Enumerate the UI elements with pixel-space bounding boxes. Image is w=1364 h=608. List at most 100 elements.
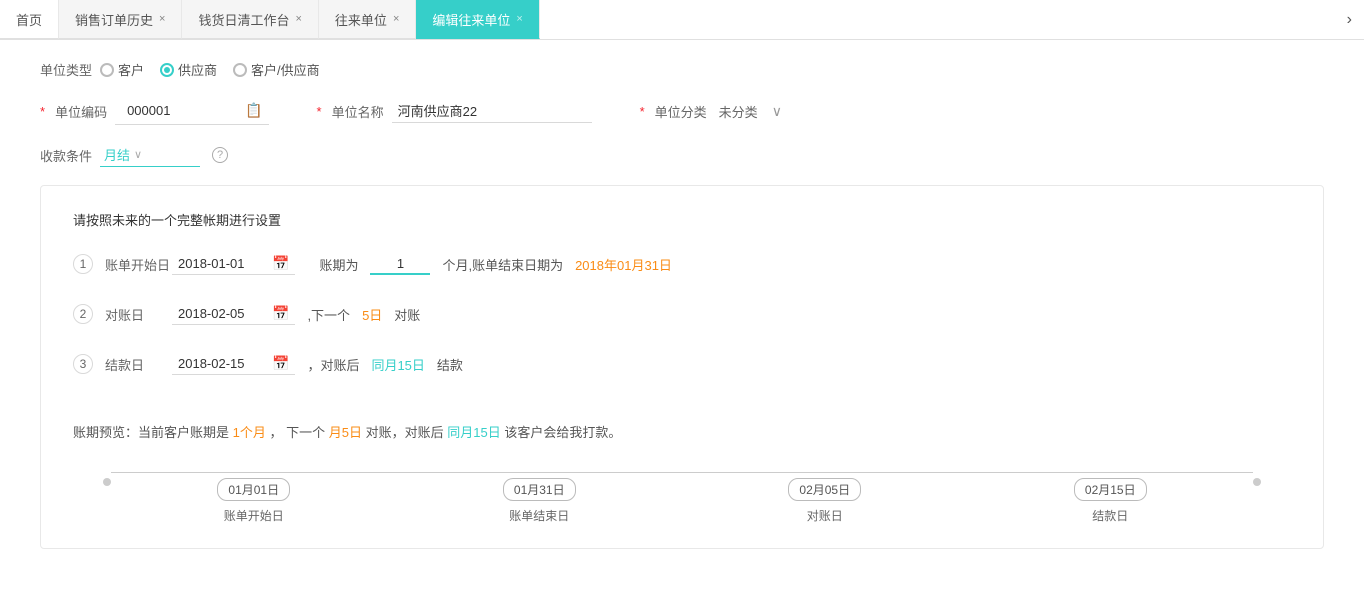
unit-code-label: 单位编码: [55, 102, 107, 121]
reconcile-desc-1: ,下一个: [307, 305, 350, 324]
setting-number-3: 3: [73, 354, 93, 374]
radio-both[interactable]: 客户/供应商: [233, 60, 320, 79]
payment-terms-row: 收款条件 月结 ∨ ?: [40, 143, 1324, 167]
unit-name-group: * 单位名称: [317, 99, 592, 123]
payment-terms-help-icon[interactable]: ?: [212, 147, 228, 163]
setting-label-3: 结款日: [105, 355, 160, 374]
unit-code-input[interactable]: [121, 99, 241, 122]
timeline-node-2: 01月31日 账单结束日: [503, 478, 576, 524]
tab-edit-label: 编辑往来单位: [432, 10, 510, 29]
timeline-node-3: 02月05日 对账日: [788, 478, 861, 524]
payment-day-highlight: 同月15日: [371, 355, 424, 374]
payment-calendar-icon[interactable]: 📅: [272, 355, 289, 372]
payment-desc-1: ，对账后: [307, 355, 359, 374]
payment-terms-value: 月结: [104, 145, 130, 164]
setting-number-1: 1: [73, 254, 93, 274]
period-value-input[interactable]: [370, 254, 430, 275]
unit-type-radio-group: 客户 供应商 客户/供应商: [100, 60, 320, 79]
preview-section: 账期预览：当前客户账期是 1个月 ， 下一个 月5日 对账，对账后 同月15日 …: [73, 403, 1291, 524]
timeline-node-1: 01月01日 账单开始日: [217, 478, 290, 524]
main-content: 单位类型 客户 供应商 客户/供应商 * 单位编码 📋: [0, 40, 1364, 608]
unit-code-group: * 单位编码 📋: [40, 97, 269, 125]
timeline-node-4: 02月15日 结款日: [1074, 478, 1147, 524]
setting-row-3: 3 结款日 📅 ，对账后 同月15日 结款: [73, 353, 1291, 375]
payment-date-input: 📅: [172, 353, 295, 375]
tab-partner-label: 往来单位: [335, 10, 387, 29]
timeline-date-1: 01月01日: [217, 478, 290, 501]
timeline-label-1: 账单开始日: [224, 507, 284, 524]
payment-terms-select[interactable]: 月结 ∨: [100, 143, 200, 167]
account-end-date-highlight: 2018年01月31日: [575, 255, 672, 274]
radio-supplier-label: 供应商: [178, 60, 217, 79]
tab-home[interactable]: 首页: [0, 0, 59, 39]
unit-code-input-wrapper: 📋: [115, 97, 268, 125]
preview-label: 账期预览：当前客户账期是: [73, 425, 229, 440]
reconcile-desc-2: 对账: [394, 305, 420, 324]
unit-details-row: * 单位编码 📋 * 单位名称 * 单位分类 未分类 ∨: [40, 97, 1324, 125]
unit-code-star: *: [40, 104, 45, 119]
unit-type-label: 单位类型: [40, 60, 92, 79]
tab-more-button[interactable]: ›: [1335, 0, 1364, 39]
unit-code-icon[interactable]: 📋: [245, 102, 262, 119]
radio-customer-circle: [100, 63, 114, 77]
reconcile-day-highlight: 5日: [362, 305, 382, 324]
tab-sales-order-history[interactable]: 销售订单历史 ×: [59, 0, 182, 39]
reconcile-date-input: 📅: [172, 303, 295, 325]
tab-cash-label: 钱货日清工作台: [198, 10, 289, 29]
period-month-label: 个月,账单结束日期为: [442, 255, 563, 274]
preview-period-highlight: 1个月: [233, 425, 266, 440]
tab-partner-units[interactable]: 往来单位 ×: [319, 0, 416, 39]
account-start-date-field[interactable]: [178, 256, 268, 271]
unit-name-star: *: [317, 104, 322, 119]
preview-payment-highlight: 同月15日: [447, 425, 500, 440]
reconcile-date-field[interactable]: [178, 306, 268, 321]
radio-supplier-circle: [160, 63, 174, 77]
timeline-label-4: 结款日: [1092, 507, 1128, 524]
reconcile-calendar-icon[interactable]: 📅: [272, 305, 289, 322]
radio-both-label: 客户/供应商: [251, 60, 320, 79]
preview-suffix: 该客户会给我打款。: [504, 425, 621, 440]
timeline-date-4: 02月15日: [1074, 478, 1147, 501]
unit-category-group: * 单位分类 未分类 ∨: [640, 102, 782, 121]
tab-home-label: 首页: [16, 10, 42, 29]
tab-partner-close-icon[interactable]: ×: [393, 13, 399, 25]
payment-date-field[interactable]: [178, 356, 268, 371]
unit-name-label: 单位名称: [332, 102, 384, 121]
radio-supplier[interactable]: 供应商: [160, 60, 217, 79]
unit-name-input[interactable]: [392, 99, 592, 123]
settings-box: 请按照未来的一个完整帐期进行设置 1 账单开始日 📅 账期为 个月,账单结束日期…: [40, 185, 1324, 549]
tab-cash-goods[interactable]: 钱货日清工作台 ×: [182, 0, 318, 39]
setting-row-2: 2 对账日 📅 ,下一个 5日 对账: [73, 303, 1291, 325]
tab-edit-partner[interactable]: 编辑往来单位 ×: [416, 0, 539, 39]
settings-title: 请按照未来的一个完整帐期进行设置: [73, 210, 1291, 229]
timeline-label-2: 账单结束日: [509, 507, 569, 524]
preview-day-highlight: 月5日: [329, 425, 362, 440]
preview-text: 账期预览：当前客户账期是 1个月 ， 下一个 月5日 对账，对账后 同月15日 …: [73, 423, 1291, 444]
radio-customer-label: 客户: [118, 60, 144, 79]
unit-category-dropdown-icon[interactable]: ∨: [772, 103, 782, 120]
radio-both-circle: [233, 63, 247, 77]
timeline-date-3: 02月05日: [788, 478, 861, 501]
radio-customer[interactable]: 客户: [100, 60, 144, 79]
tab-edit-close-icon[interactable]: ×: [516, 13, 522, 25]
payment-desc-2: 结款: [437, 355, 463, 374]
unit-category-value: 未分类: [719, 102, 758, 121]
tab-sales-label: 销售订单历史: [75, 10, 153, 29]
setting-label-1: 账单开始日: [105, 255, 160, 274]
preview-next-label: 下一个: [286, 425, 325, 440]
unit-category-label: 单位分类: [655, 102, 707, 121]
tab-bar: 首页 销售订单历史 × 钱货日清工作台 × 往来单位 × 编辑往来单位 × ›: [0, 0, 1364, 40]
account-start-calendar-icon[interactable]: 📅: [272, 255, 289, 272]
setting-number-2: 2: [73, 304, 93, 324]
setting-label-2: 对账日: [105, 305, 160, 324]
preview-comma1: ，: [270, 425, 283, 440]
tab-sales-close-icon[interactable]: ×: [159, 13, 165, 25]
setting-row-1: 1 账单开始日 📅 账期为 个月,账单结束日期为 2018年01月31日: [73, 253, 1291, 275]
period-label: 账期为: [319, 255, 358, 274]
tab-cash-close-icon[interactable]: ×: [295, 13, 301, 25]
timeline-label-3: 对账日: [807, 507, 843, 524]
unit-category-star: *: [640, 104, 645, 119]
payment-terms-dropdown-icon[interactable]: ∨: [134, 148, 142, 161]
preview-reconcile-text: 对账，对账后: [366, 425, 444, 440]
payment-terms-label: 收款条件: [40, 146, 92, 165]
